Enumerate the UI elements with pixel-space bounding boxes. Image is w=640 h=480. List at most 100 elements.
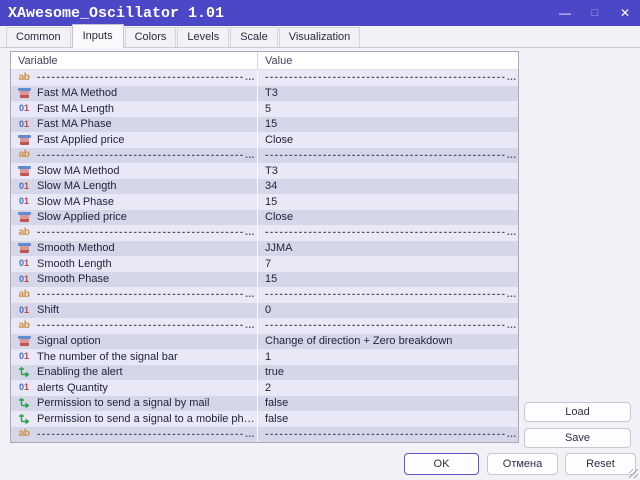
value-cell[interactable]: Change of direction + Zero breakdown (257, 333, 518, 349)
variable-cell: Signal option (37, 335, 101, 348)
table-row[interactable]: Permission to send a signal to a mobile … (11, 411, 518, 427)
string-ab-icon: ab (18, 71, 30, 83)
table-row[interactable]: Smooth Method JJMA (11, 240, 518, 257)
load-button[interactable]: Load (524, 402, 631, 422)
value-cell[interactable]: ----------------------------------------… (257, 70, 518, 86)
number-01-icon: 01 (18, 118, 30, 129)
table-row[interactable]: ab --------------------------------------… (11, 225, 518, 241)
table-row[interactable]: 01 Fast MA Length 5 (11, 101, 518, 117)
minimize-icon[interactable]: — (550, 0, 580, 26)
value-cell[interactable]: 1 (257, 349, 518, 365)
table-row[interactable]: ab --------------------------------------… (11, 287, 518, 303)
value-cell[interactable]: 2 (257, 380, 518, 396)
value-cell[interactable]: 15 (257, 271, 518, 287)
variable-cell: Smooth Phase (37, 273, 110, 286)
parameters-table: Variable Value ab -----------------------… (10, 51, 519, 443)
variable-cell: Slow MA Length (37, 180, 117, 193)
save-button[interactable]: Save (524, 428, 631, 448)
variable-cell: Enabling the alert (37, 366, 123, 379)
table-row[interactable]: 01 The number of the signal bar 1 (11, 349, 518, 365)
table-rows: ab --------------------------------------… (11, 70, 518, 442)
table-row[interactable]: 01 Smooth Length 7 (11, 256, 518, 272)
value-cell[interactable]: ----------------------------------------… (257, 318, 518, 334)
value-cell[interactable]: ----------------------------------------… (257, 287, 518, 303)
window-controls: — □ ✕ (550, 0, 640, 26)
table-row[interactable]: ab --------------------------------------… (11, 318, 518, 334)
tab-scale[interactable]: Scale (230, 27, 278, 47)
indicator-properties-dialog: XAwesome_Oscillator 1.01 — □ ✕ Common Inp… (0, 0, 640, 480)
value-cell[interactable]: ----------------------------------------… (257, 147, 518, 163)
tab-bar: Common Inputs Colors Levels Scale Visualizati… (0, 24, 640, 48)
number-01-icon: 01 (18, 196, 30, 207)
value-cell[interactable]: T3 (257, 85, 518, 101)
variable-cell: Permission to send a signal by mail (37, 397, 210, 410)
column-header-value: Value (257, 52, 518, 69)
value-cell[interactable]: Close (257, 132, 518, 148)
variable-cell: alerts Quantity (37, 381, 108, 394)
value-cell[interactable]: true (257, 364, 518, 380)
title-bar: XAwesome_Oscillator 1.01 — □ ✕ (0, 0, 640, 26)
branch-arrow-icon (15, 365, 33, 381)
variable-cell: Smooth Length (37, 257, 112, 270)
table-row[interactable]: Slow Applied price Close (11, 209, 518, 226)
tab-inputs[interactable]: Inputs (71, 24, 124, 48)
value-cell[interactable]: 34 (257, 178, 518, 194)
list-icon (15, 241, 33, 257)
variable-cell: Slow Applied price (37, 211, 127, 224)
table-row[interactable]: ab --------------------------------------… (11, 70, 518, 86)
table-row[interactable]: 01 alerts Quantity 2 (11, 380, 518, 396)
maximize-icon[interactable]: □ (580, 0, 610, 26)
table-row[interactable]: Fast Applied price Close (11, 132, 518, 148)
string-ab-icon: ab (18, 428, 30, 440)
number-01-icon: 01 (18, 258, 30, 269)
table-row[interactable]: ab --------------------------------------… (11, 426, 518, 442)
tab-visualization[interactable]: Visualization (278, 27, 361, 47)
resize-grip[interactable] (629, 469, 638, 478)
table-row[interactable]: 01 Shift 0 (11, 302, 518, 318)
table-row[interactable]: Signal option Change of direction + Zero … (11, 333, 518, 349)
value-cell[interactable]: Close (257, 209, 518, 225)
variable-cell: Fast MA Length (37, 102, 115, 115)
table-row[interactable]: 01 Slow MA Phase 15 (11, 194, 518, 210)
dialog-content: Variable Value ab -----------------------… (0, 48, 640, 480)
cancel-button[interactable]: Отмена (487, 453, 558, 475)
value-cell[interactable]: T3 (257, 163, 518, 179)
variable-cell: ----------------------------------------… (37, 227, 257, 239)
table-row[interactable]: 01 Slow MA Length 34 (11, 178, 518, 194)
value-cell[interactable]: 0 (257, 302, 518, 318)
variable-cell: Slow MA Phase (37, 195, 115, 208)
tab-levels[interactable]: Levels (177, 27, 230, 47)
value-cell[interactable]: ----------------------------------------… (257, 426, 518, 442)
value-cell[interactable]: 15 (257, 194, 518, 210)
value-cell[interactable]: 15 (257, 116, 518, 132)
variable-cell: Fast Applied price (37, 133, 125, 146)
table-row[interactable]: Enabling the alert true (11, 364, 518, 381)
number-01-icon: 01 (18, 351, 30, 362)
value-cell[interactable]: false (257, 395, 518, 411)
tab-common[interactable]: Common (6, 27, 71, 47)
table-row[interactable]: Fast MA Method T3 (11, 85, 518, 101)
table-row[interactable]: ab --------------------------------------… (11, 147, 518, 163)
string-ab-icon: ab (18, 149, 30, 161)
variable-cell: Permission to send a signal to a mobile … (37, 412, 257, 425)
value-cell[interactable]: 5 (257, 101, 518, 117)
reset-button[interactable]: Reset (565, 453, 636, 475)
branch-arrow-icon (15, 396, 33, 412)
table-header: Variable Value (11, 52, 518, 70)
string-ab-icon: ab (18, 288, 30, 300)
table-row[interactable]: Permission to send a signal by mail false (11, 395, 518, 412)
list-icon (15, 132, 33, 148)
table-row[interactable]: 01 Fast MA Phase 15 (11, 116, 518, 132)
value-cell[interactable]: ----------------------------------------… (257, 225, 518, 241)
list-icon (15, 210, 33, 226)
number-01-icon: 01 (18, 103, 30, 114)
tab-colors[interactable]: Colors (124, 27, 177, 47)
table-row[interactable]: 01 Smooth Phase 15 (11, 271, 518, 287)
variable-cell: Fast MA Method (37, 87, 118, 100)
close-icon[interactable]: ✕ (610, 0, 640, 26)
table-row[interactable]: Slow MA Method T3 (11, 163, 518, 179)
value-cell[interactable]: false (257, 411, 518, 427)
value-cell[interactable]: JJMA (257, 240, 518, 256)
ok-button[interactable]: OK (404, 453, 479, 475)
value-cell[interactable]: 7 (257, 256, 518, 272)
